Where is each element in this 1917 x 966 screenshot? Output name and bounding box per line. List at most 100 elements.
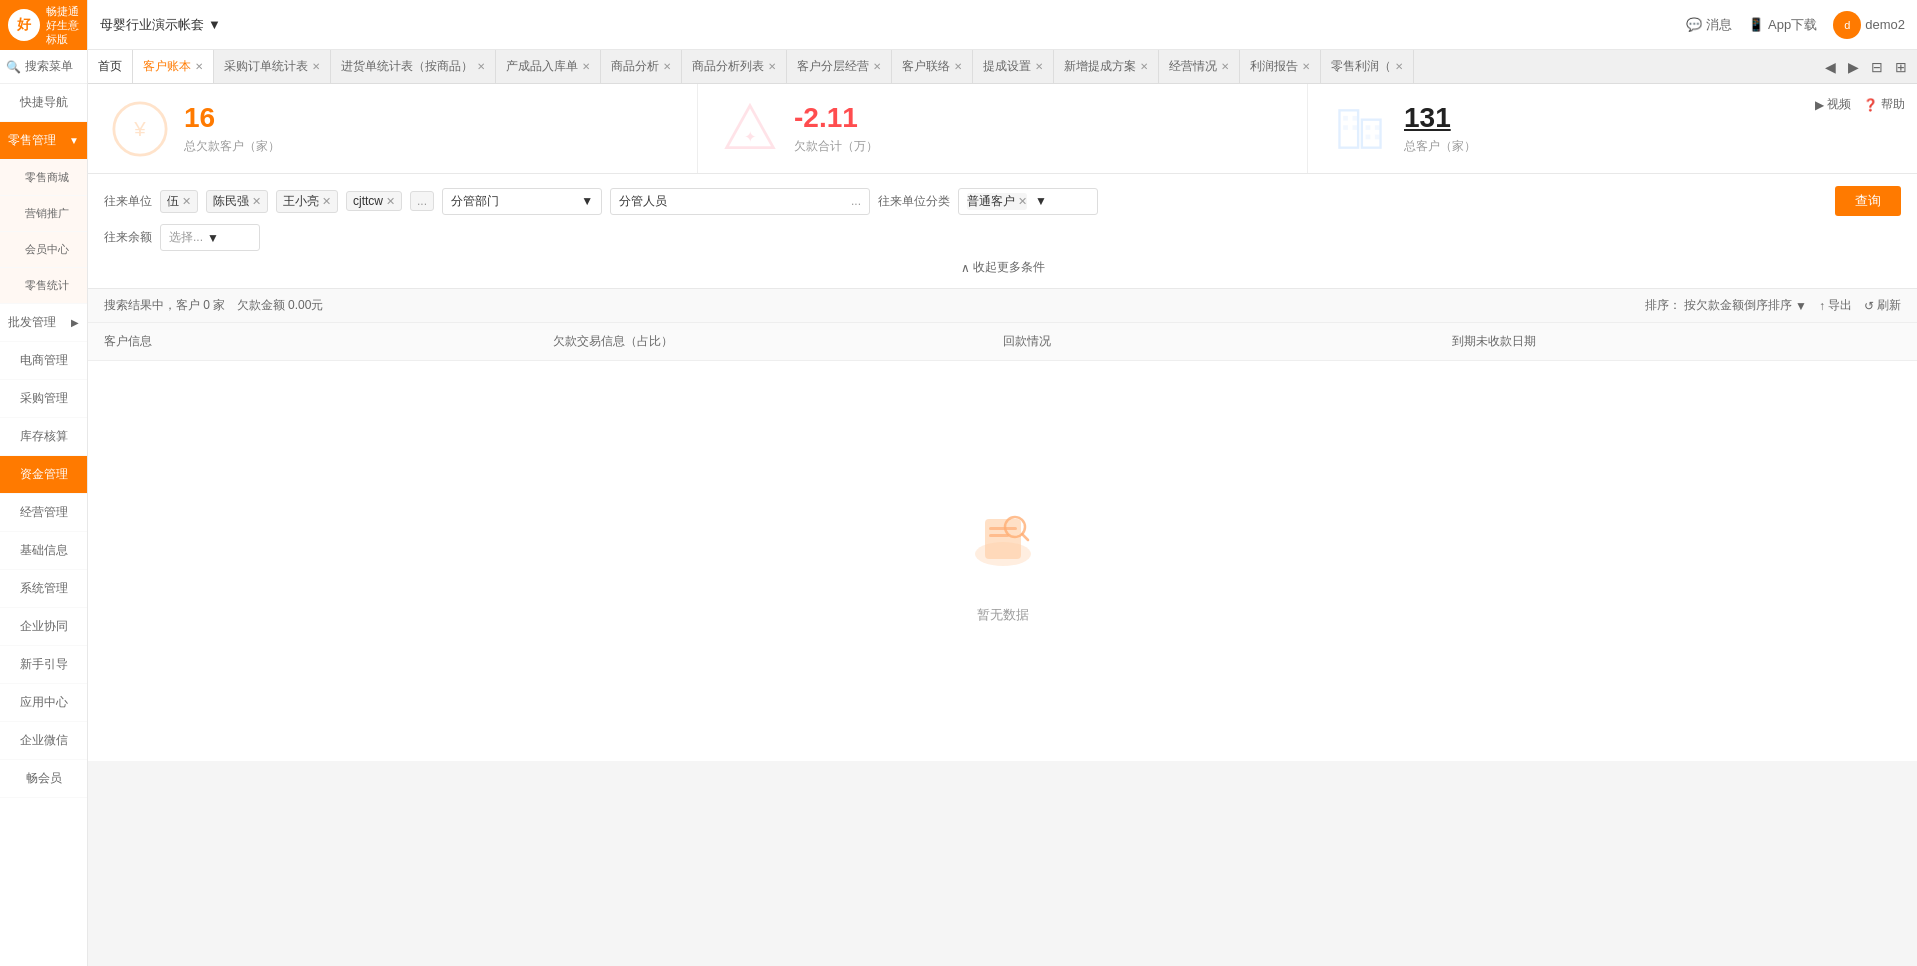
sidebar-item-chang-member[interactable]: 畅会员 (0, 760, 87, 798)
tab-maximize-button[interactable]: ⊞ (1891, 57, 1911, 77)
table-header-customer: 客户信息 (104, 333, 553, 350)
sidebar-logo: 好 畅捷通好生意 标版 (0, 0, 87, 50)
message-icon: 💬 (1686, 17, 1702, 32)
collapse-button[interactable]: ∧ 收起更多条件 (961, 259, 1045, 276)
username-label: demo2 (1865, 17, 1905, 32)
close-tag-chenminqiang[interactable]: ✕ (252, 195, 261, 208)
sidebar-item-members[interactable]: 会员中心 (0, 232, 87, 268)
sidebar-item-marketing[interactable]: 营销推广 (0, 196, 87, 232)
close-category-tag[interactable]: ✕ (1018, 195, 1027, 208)
svg-text:✦: ✦ (744, 128, 757, 145)
tab-product-analysis-list[interactable]: 商品分析列表 ✕ (682, 50, 787, 84)
retail-management-label: 零售管理 (8, 132, 56, 149)
sidebar-item-ecommerce[interactable]: 电商管理 (0, 342, 87, 380)
chevron-down-icon: ▼ (208, 17, 221, 32)
app-download-button[interactable]: 📱 App下载 (1748, 16, 1817, 34)
home-tab-label: 首页 (98, 58, 122, 75)
tab-prev-button[interactable]: ◀ (1821, 57, 1840, 77)
sidebar-item-inventory[interactable]: 库存核算 (0, 418, 87, 456)
tab-close-icon[interactable]: ✕ (1395, 61, 1403, 72)
tab-product-analysis[interactable]: 商品分析 ✕ (601, 50, 682, 84)
table-body-empty: 暂无数据 (88, 361, 1917, 761)
tab-new-commission-plan[interactable]: 新增提成方案 ✕ (1054, 50, 1159, 84)
filter-tag-more[interactable]: ... (410, 191, 434, 211)
filter-row-1: 往来单位 伍 ✕ 陈民强 ✕ 王小亮 ✕ cjttcw ✕ (104, 186, 1901, 216)
tab-close-icon[interactable]: ✕ (1035, 61, 1043, 72)
filter-tag-cjttcw[interactable]: cjttcw ✕ (346, 191, 402, 211)
tab-close-icon[interactable]: ✕ (1140, 61, 1148, 72)
tab-operations[interactable]: 经营情况 ✕ (1159, 50, 1240, 84)
filter-tag-wu[interactable]: 伍 ✕ (160, 190, 198, 213)
sidebar-item-retail-stats[interactable]: 零售统计 (0, 268, 87, 304)
sidebar-item-quick-nav[interactable]: 快捷导航 (0, 84, 87, 122)
sidebar-item-purchase[interactable]: 采购管理 (0, 380, 87, 418)
sidebar-item-retail-management[interactable]: 零售管理 ▼ (0, 122, 87, 160)
sidebar-item-retail-mall[interactable]: 零售商城 (0, 160, 87, 196)
sidebar-item-operations[interactable]: 经营管理 (0, 494, 87, 532)
refresh-button[interactable]: ↺ 刷新 (1864, 297, 1901, 314)
tab-customer-ledger[interactable]: 客户账本 ✕ (133, 50, 214, 84)
user-menu[interactable]: d demo2 (1833, 11, 1905, 39)
close-tag-wangxiaoliang[interactable]: ✕ (322, 195, 331, 208)
sidebar-item-enterprise-wechat[interactable]: 企业微信 (0, 722, 87, 760)
tab-close-icon[interactable]: ✕ (477, 61, 485, 72)
tab-label: 采购订单统计表 (224, 58, 308, 75)
sidebar-item-new-guide[interactable]: 新手引导 (0, 646, 87, 684)
tab-label: 进货单统计表（按商品） (341, 58, 473, 75)
play-icon: ▶ (1815, 98, 1824, 112)
message-button[interactable]: 💬 消息 (1686, 16, 1732, 34)
category-select[interactable]: 普通客户 ✕ ▼ (958, 188, 1098, 215)
sidebar-item-system[interactable]: 系统管理 (0, 570, 87, 608)
tab-home[interactable]: 首页 (88, 50, 133, 84)
logo-icon: 好 (8, 9, 40, 41)
tab-profit-report[interactable]: 利润报告 ✕ (1240, 50, 1321, 84)
stat-card-customers-in-debt: ¥ 16 总欠款客户（家） (88, 84, 698, 173)
filter-tag-chenminqiang[interactable]: 陈民强 ✕ (206, 190, 268, 213)
stat-info-customers: 16 总欠款客户（家） (184, 102, 280, 155)
query-button[interactable]: 查询 (1835, 186, 1901, 216)
tab-label: 提成设置 (983, 58, 1031, 75)
svg-rect-5 (1362, 119, 1381, 147)
dept-select-label: 分管部门 (451, 193, 499, 210)
balance-filter-label: 往来余额 (104, 229, 152, 246)
tab-next-button[interactable]: ▶ (1844, 57, 1863, 77)
close-tag-cjttcw[interactable]: ✕ (386, 195, 395, 208)
tab-finished-goods[interactable]: 产成品入库单 ✕ (496, 50, 601, 84)
stat-value-total-customers: 131 (1404, 102, 1476, 134)
account-selector[interactable]: 母婴行业演示帐套 ▼ (100, 16, 221, 34)
sidebar-item-enterprise-collab[interactable]: 企业协同 (0, 608, 87, 646)
tab-commission-settings[interactable]: 提成设置 ✕ (973, 50, 1054, 84)
video-action[interactable]: ▶ 视频 (1815, 96, 1851, 113)
close-tag-wu[interactable]: ✕ (182, 195, 191, 208)
tab-close-icon[interactable]: ✕ (873, 61, 881, 72)
tab-close-icon[interactable]: ✕ (1221, 61, 1229, 72)
tab-customer-tier[interactable]: 客户分层经营 ✕ (787, 50, 892, 84)
help-action[interactable]: ❓ 帮助 (1863, 96, 1905, 113)
dept-select[interactable]: 分管部门 ▼ (442, 188, 602, 215)
sidebar-item-app-center[interactable]: 应用中心 (0, 684, 87, 722)
sidebar-item-wholesale[interactable]: 批发管理 ▶ (0, 304, 87, 342)
tab-minimize-button[interactable]: ⊟ (1867, 57, 1887, 77)
person-select[interactable]: 分管人员 ... (610, 188, 870, 215)
tab-close-icon[interactable]: ✕ (663, 61, 671, 72)
category-tag-normal[interactable]: 普通客户 ✕ (967, 193, 1027, 210)
stat-icon-debt: ✦ (722, 101, 778, 157)
tab-close-icon[interactable]: ✕ (1302, 61, 1310, 72)
search-menu-item[interactable]: 🔍 搜索菜单 (0, 50, 87, 84)
sidebar-item-finance[interactable]: 资金管理 (0, 456, 87, 494)
sort-select[interactable]: 排序： 按欠款金额倒序排序 ▼ (1645, 297, 1807, 314)
filter-tag-wangxiaoliang[interactable]: 王小亮 ✕ (276, 190, 338, 213)
tab-purchase-stats-by-product[interactable]: 进货单统计表（按商品） ✕ (331, 50, 496, 84)
tab-close-icon[interactable]: ✕ (582, 61, 590, 72)
sidebar-item-basic-info[interactable]: 基础信息 (0, 532, 87, 570)
tab-close-icon[interactable]: ✕ (195, 61, 203, 72)
tab-purchase-order-stats[interactable]: 采购订单统计表 ✕ (214, 50, 331, 84)
tab-close-icon[interactable]: ✕ (768, 61, 776, 72)
tab-close-icon[interactable]: ✕ (954, 61, 962, 72)
tab-close-icon[interactable]: ✕ (312, 61, 320, 72)
tab-retail-profit[interactable]: 零售利润（ ✕ (1321, 50, 1414, 84)
search-icon: 🔍 (6, 60, 21, 74)
tab-customer-contact[interactable]: 客户联络 ✕ (892, 50, 973, 84)
balance-input[interactable]: 选择... ▼ (160, 224, 260, 251)
export-button[interactable]: ↑ 导出 (1819, 297, 1852, 314)
